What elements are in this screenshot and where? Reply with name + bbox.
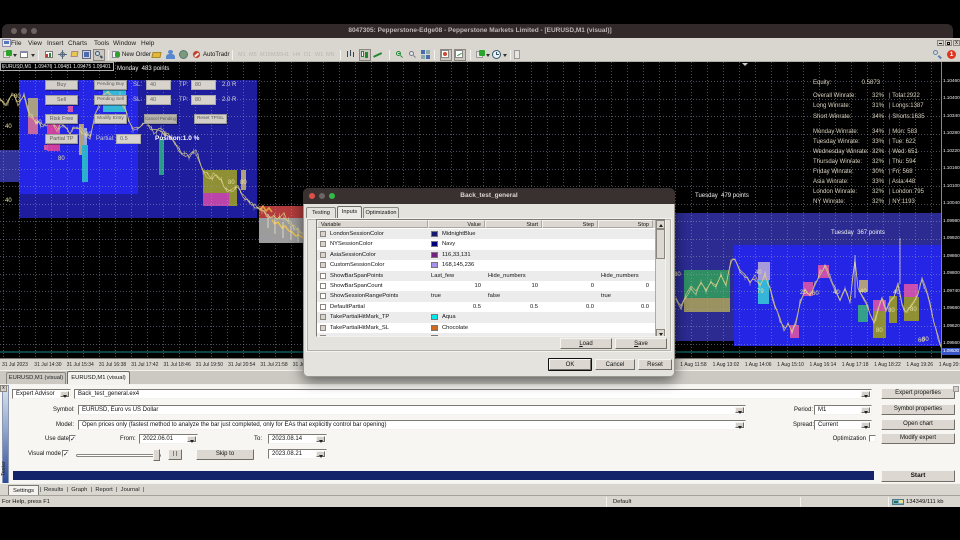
svg-text:80: 80 — [888, 308, 895, 314]
svg-text:80: 80 — [58, 156, 65, 162]
svg-text:80: 80 — [922, 337, 929, 343]
svg-text:79: 79 — [757, 289, 764, 295]
svg-text:80: 80 — [910, 307, 917, 313]
svg-text:40: 40 — [755, 270, 762, 276]
svg-text:40: 40 — [833, 290, 840, 296]
svg-text:80: 80 — [14, 94, 21, 100]
svg-text:20: 20 — [800, 290, 807, 296]
svg-text:40: 40 — [860, 289, 867, 295]
svg-text:80: 80 — [674, 272, 681, 278]
svg-text:80: 80 — [228, 180, 235, 186]
svg-text:40: 40 — [5, 124, 12, 130]
svg-text:80: 80 — [240, 180, 247, 186]
svg-text:60: 60 — [812, 291, 819, 297]
svg-text:40: 40 — [85, 132, 92, 138]
svg-text:40: 40 — [5, 198, 12, 204]
svg-text:80: 80 — [35, 120, 42, 126]
svg-text:40: 40 — [893, 290, 900, 296]
svg-text:80: 80 — [876, 328, 883, 334]
